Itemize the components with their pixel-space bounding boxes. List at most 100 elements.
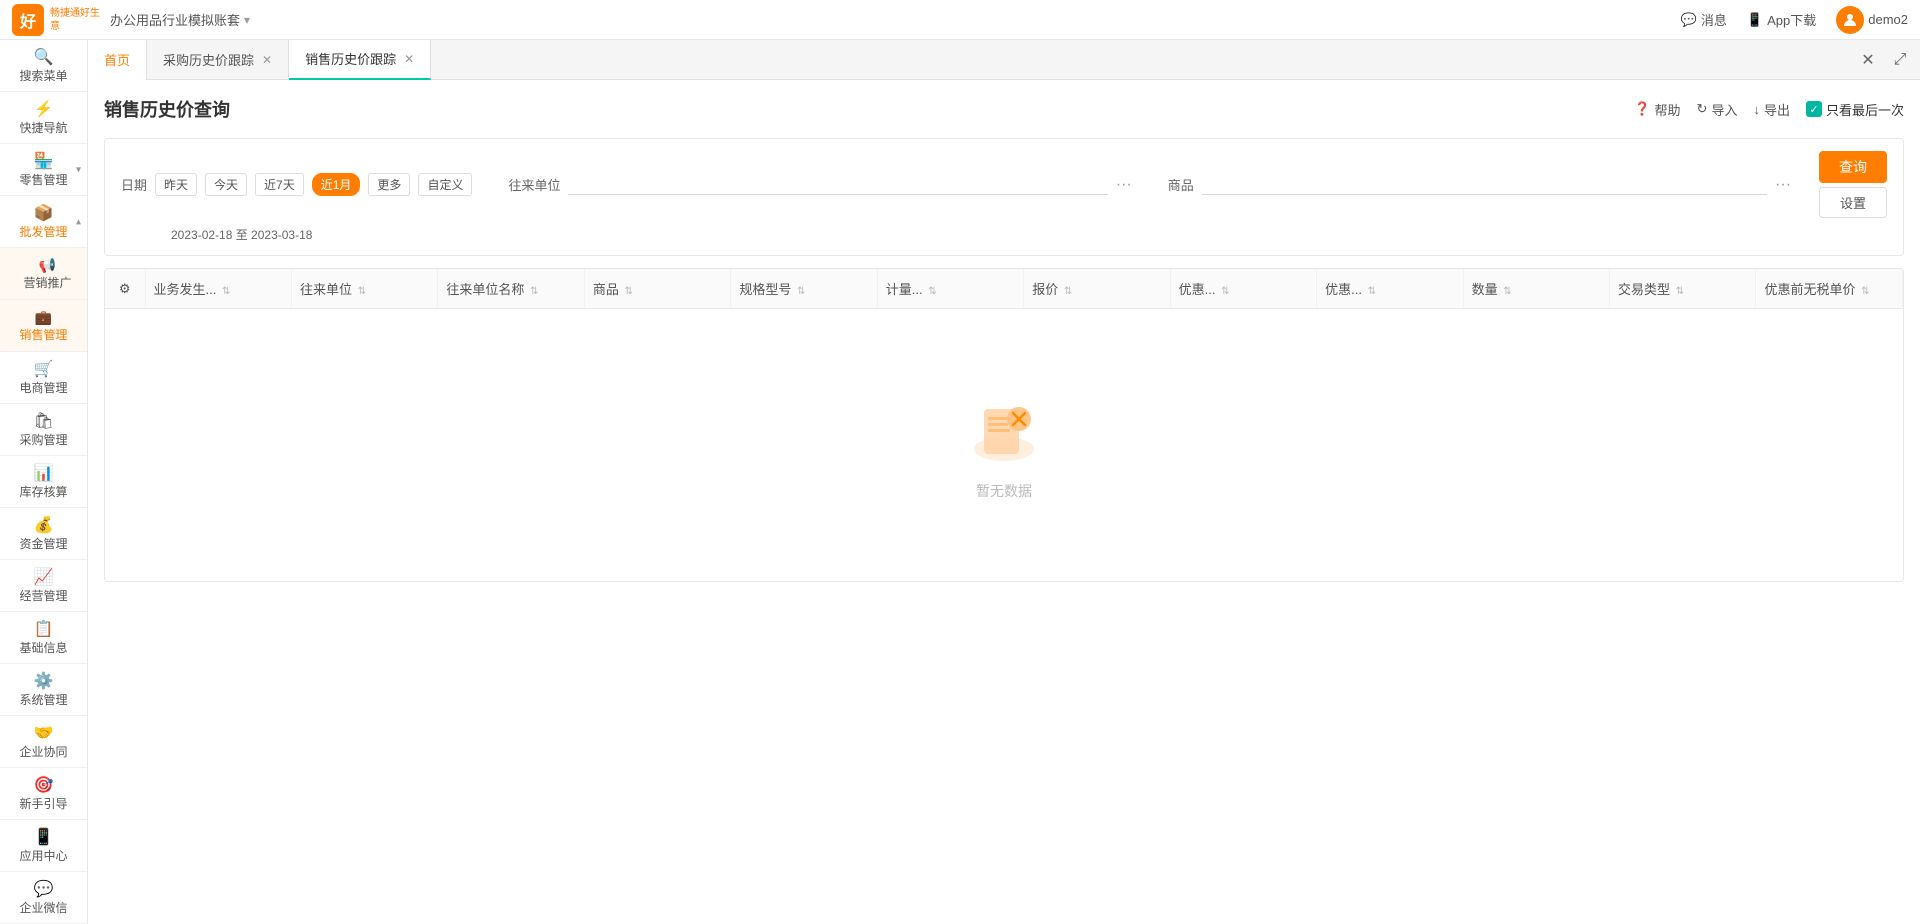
message-button[interactable]: 💬 消息 [1681,10,1727,29]
sidebar-label-quick-nav: 快捷导航 [19,119,67,136]
sidebar-item-inventory-calc[interactable]: 📊 库存核算 [0,456,87,508]
empty-state-icon [964,389,1044,469]
import-label: 导入 [1711,100,1737,119]
sidebar-item-operations-mgmt[interactable]: 📈 经营管理 [0,560,87,612]
sidebar-item-marketing[interactable]: 📢 营销推广 [0,248,87,300]
date-btn-custom[interactable]: 自定义 [418,173,472,196]
product-filter-label: 商品 [1168,175,1194,194]
app-title-text: 办公用品行业模拟账套 [110,10,240,29]
app-download-button[interactable]: 📱 App下载 [1747,10,1816,29]
col-label-trade-type: 交易类型 [1618,282,1670,297]
product-filter-group: 商品 ··· [1168,175,1791,195]
col-label-quoted-price: 报价 [1032,282,1058,297]
partner-filter-dots[interactable]: ··· [1116,176,1132,194]
date-btn-today[interactable]: 今天 [205,173,247,196]
sales-icon: 💼 [35,309,52,326]
chevron-down-icon[interactable]: ▾ [244,13,250,27]
tabs-right-actions: ✕ ⤢ [1856,48,1920,72]
date-btn-yesterday[interactable]: 昨天 [155,173,197,196]
close-purchase-history-tab[interactable]: ✕ [262,54,272,66]
sidebar-label-app-center: 应用中心 [19,847,67,864]
table-col-unit[interactable]: 计量... ⇅ [877,269,1023,309]
sidebar-item-finance-mgmt[interactable]: 💰 资金管理 [0,508,87,560]
sort-arrows-pre-tax-price: ⇅ [1861,286,1869,297]
user-menu[interactable]: demo2 [1836,6,1908,34]
wechat-icon: 💬 [34,879,54,899]
sidebar-label-sales-mgmt: 销售管理 [19,326,67,343]
finance-icon: 💰 [34,515,54,535]
sort-arrows-product: ⇅ [625,286,633,297]
page-title: 销售历史价查询 [104,96,230,122]
table-header: ⚙ 业务发生... ⇅ 往来单位 ⇅ 往来单位名称 [105,269,1903,309]
sidebar-item-enterprise-wechat[interactable]: 💬 企业微信 [0,872,87,924]
col-label-unit: 计量... [886,282,923,297]
only-last-checkbox[interactable]: ✓ 只看最后一次 [1806,100,1904,119]
tab-home[interactable]: 首页 [88,40,147,80]
sidebar-item-wholesale-mgmt[interactable]: 📦 批发管理 [0,196,87,248]
filter-row-2: 2023-02-18 至 2023-03-18 [121,226,1887,243]
sort-arrows-quoted-price: ⇅ [1064,286,1072,297]
table-col-partner-code[interactable]: 往来单位 ⇅ [291,269,437,309]
sidebar-item-enterprise-collab[interactable]: 🤝 企业协同 [0,716,87,768]
sidebar-item-system-mgmt[interactable]: ⚙️ 系统管理 [0,664,87,716]
sidebar-item-app-center[interactable]: 📱 应用中心 [0,820,87,872]
sales-history-tab-label: 销售历史价跟踪 [305,49,396,68]
sidebar: 🔍 搜索菜单 ⚡ 快捷导航 🏪 零售管理 📦 批发管理 📢 营销推广 💼 销售管… [0,40,88,924]
date-btn-1month[interactable]: 近1月 [312,173,361,196]
maximize-button[interactable]: ⤢ [1888,48,1912,72]
col-label-quantity: 数量 [1472,282,1498,297]
settings-button[interactable]: 设置 [1819,187,1887,218]
col-label-partner-name: 往来单位名称 [446,282,524,297]
query-button[interactable]: 查询 [1819,151,1887,183]
sidebar-label-retail-mgmt: 零售管理 [19,171,67,188]
sidebar-item-retail-mgmt[interactable]: 🏪 零售管理 [0,144,87,196]
table-col-quantity[interactable]: 数量 ⇅ [1463,269,1609,309]
export-icon: ↓ [1753,102,1760,117]
message-icon: 💬 [1681,12,1697,28]
username-label: demo2 [1868,12,1908,27]
col-label-partner-code: 往来单位 [300,282,352,297]
table-col-biz-date[interactable]: 业务发生... ⇅ [145,269,291,309]
sidebar-item-quick-nav[interactable]: ⚡ 快捷导航 [0,92,87,144]
import-button[interactable]: ↻ 导入 [1697,100,1738,119]
export-button[interactable]: ↓ 导出 [1753,100,1790,119]
product-filter-input[interactable] [1202,175,1767,195]
table-col-product[interactable]: 商品 ⇅ [584,269,730,309]
table-col-pre-tax-price[interactable]: 优惠前无税单价 ⇅ [1756,269,1903,309]
inventory-icon: 📊 [34,463,54,483]
settings-icon[interactable]: ⚙ [119,281,131,296]
table-col-quoted-price[interactable]: 报价 ⇅ [1024,269,1170,309]
only-last-label: 只看最后一次 [1826,100,1904,119]
table-col-settings[interactable]: ⚙ [105,269,145,309]
sidebar-item-sales-mgmt[interactable]: 💼 销售管理 [0,300,87,352]
sidebar-label-new-guide: 新手引导 [19,795,67,812]
tabs-bar: 首页 采购历史价跟踪 ✕ 销售历史价跟踪 ✕ ✕ ⤢ [88,40,1920,80]
date-btn-7days[interactable]: 近7天 [255,173,304,196]
purchase-icon: 🛍 [33,411,53,431]
partner-filter-group: 往来单位 ··· [508,175,1131,195]
table-col-spec[interactable]: 规格型号 ⇅ [731,269,877,309]
table-col-discount2[interactable]: 优惠... ⇅ [1317,269,1463,309]
help-button[interactable]: ❓ 帮助 [1634,100,1680,119]
sort-arrows-biz-date: ⇅ [222,286,230,297]
sidebar-item-new-guide[interactable]: 🎯 新手引导 [0,768,87,820]
date-btn-more[interactable]: 更多 [368,173,410,196]
tab-purchase-history[interactable]: 采购历史价跟踪 ✕ [147,40,289,80]
sidebar-item-ecommerce-mgmt[interactable]: 🛒 电商管理 [0,352,87,404]
sidebar-label-system-mgmt: 系统管理 [19,691,67,708]
close-sales-history-tab[interactable]: ✕ [404,53,414,65]
sidebar-label-ecommerce-mgmt: 电商管理 [19,379,67,396]
sidebar-item-search-menu[interactable]: 🔍 搜索菜单 [0,40,87,92]
help-label: 帮助 [1655,100,1681,119]
partner-filter-input[interactable] [568,175,1107,195]
sidebar-item-basic-info[interactable]: 📋 基础信息 [0,612,87,664]
table-col-trade-type[interactable]: 交易类型 ⇅ [1610,269,1756,309]
table-col-discount1[interactable]: 优惠... ⇅ [1170,269,1316,309]
partner-filter-label: 往来单位 [508,175,560,194]
table-col-partner-name[interactable]: 往来单位名称 ⇅ [438,269,584,309]
sidebar-item-purchase-mgmt[interactable]: 🛍 采购管理 [0,404,87,456]
tab-sales-history[interactable]: 销售历史价跟踪 ✕ [289,40,431,80]
product-filter-dots[interactable]: ··· [1775,176,1791,194]
col-label-pre-tax-price: 优惠前无税单价 [1764,282,1855,297]
close-all-tabs-button[interactable]: ✕ [1856,48,1880,72]
